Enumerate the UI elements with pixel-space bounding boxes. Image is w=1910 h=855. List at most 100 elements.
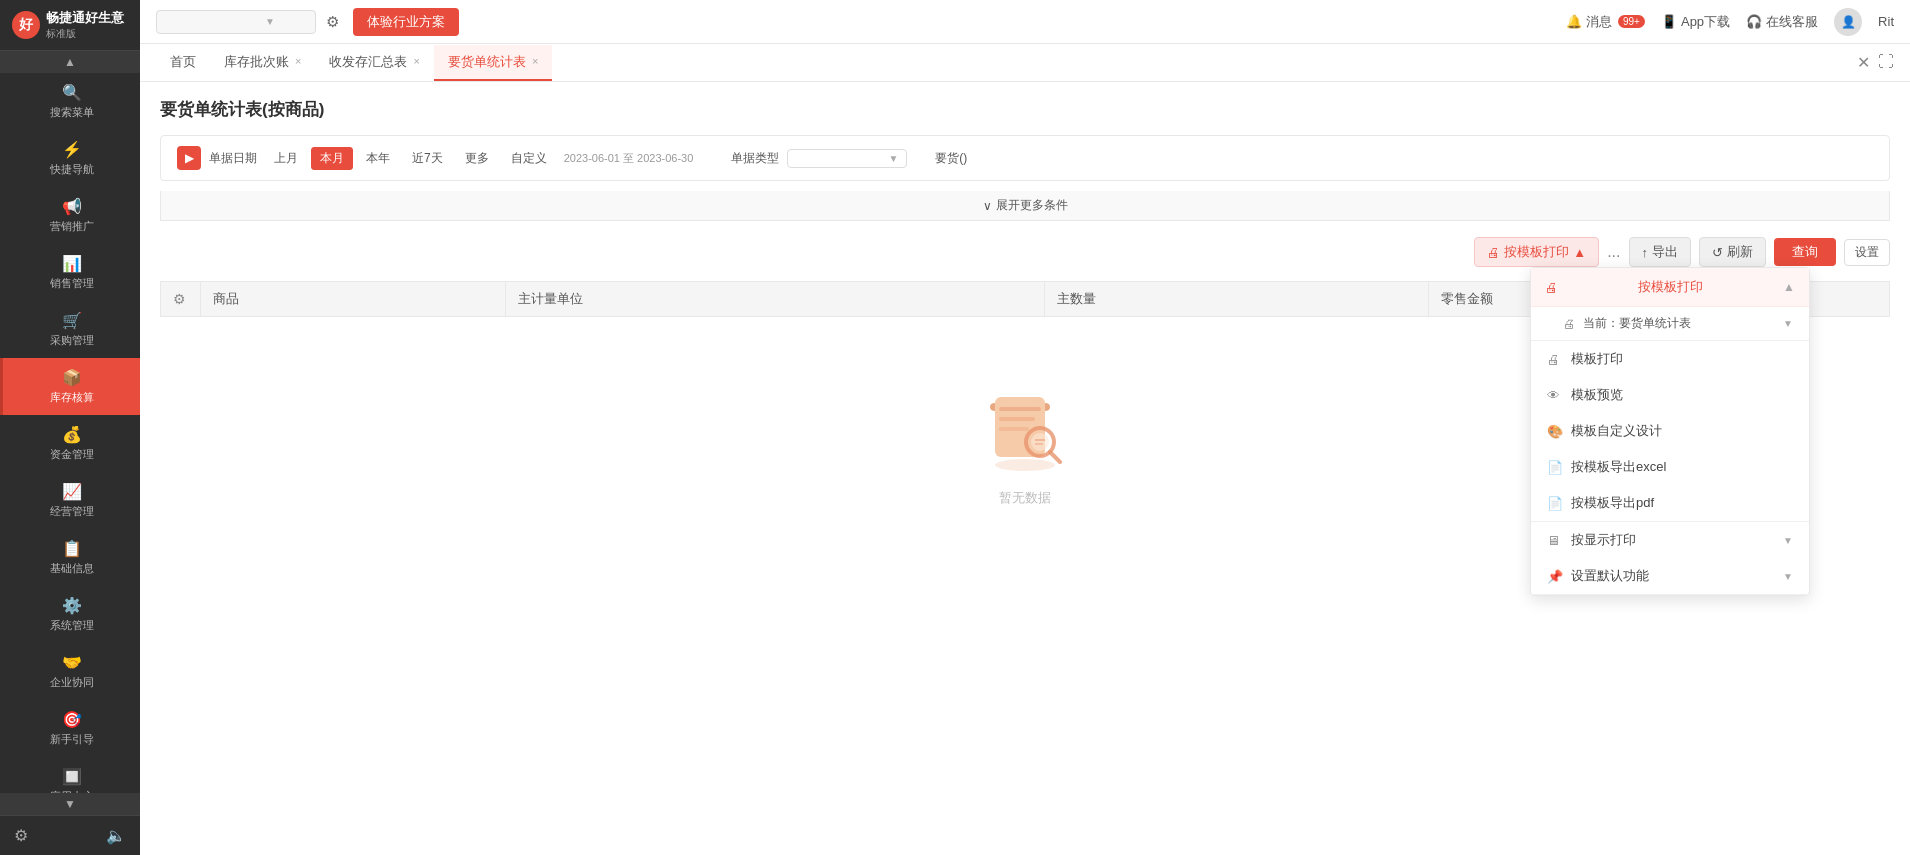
tab-home[interactable]: 首页 (156, 45, 210, 81)
tab-close-icon[interactable]: × (413, 56, 419, 67)
settings-footer-icon[interactable]: ⚙ (14, 826, 28, 845)
print-template-button[interactable]: 🖨 按模板打印 ▲ (1474, 237, 1599, 267)
dropdown-header: 🖨 按模板打印 ▲ (1531, 268, 1809, 307)
date-opt-more[interactable]: 更多 (456, 147, 498, 170)
topbar-dropdown-icon[interactable]: ▼ (265, 16, 275, 27)
refresh-button[interactable]: ↺ 刷新 (1699, 237, 1766, 267)
item-design-icon: 🎨 (1547, 424, 1563, 439)
date-opt-custom[interactable]: 自定义 (502, 147, 556, 170)
sidebar-item-sales[interactable]: 📊 销售管理 (0, 244, 140, 301)
topbar-search-box[interactable]: ▼ (156, 10, 316, 34)
messages-button[interactable]: 🔔 消息 99+ (1566, 13, 1645, 31)
date-opt-last-month[interactable]: 上月 (265, 147, 307, 170)
logo-text: 畅捷通好生意 标准版 (46, 10, 124, 40)
item-eye-icon: 👁 (1547, 388, 1563, 403)
export-button[interactable]: ↑ 导出 (1629, 237, 1692, 267)
dropdown-item-excel[interactable]: 📄 按模板导出excel (1531, 449, 1809, 485)
window-close-icon[interactable]: ✕ (1857, 53, 1870, 72)
online-service-label: 在线客服 (1766, 13, 1818, 31)
refresh-icon: ↺ (1712, 245, 1723, 260)
current-template-arrow: ▼ (1783, 318, 1793, 329)
export-icon: ↑ (1642, 245, 1649, 260)
date-options: 上月 本月 本年 近7天 更多 自定义 2023-06-01 至 2023-06… (265, 147, 693, 170)
expand-more-label: 展开更多条件 (996, 197, 1068, 214)
user-avatar[interactable]: 👤 (1834, 8, 1862, 36)
search-icon: 🔍 (62, 83, 82, 102)
tab-stock-summary[interactable]: 收发存汇总表 × (315, 45, 433, 81)
dropdown-current-template[interactable]: 🖨 当前：要货单统计表 ▼ (1531, 307, 1809, 340)
item-preview-label: 模板预览 (1571, 386, 1793, 404)
filter-expand-button[interactable]: ▶ (177, 146, 201, 170)
empty-illustration (975, 377, 1075, 477)
page-container: 要货单统计表(按商品) ▶ 单据日期 上月 本月 本年 近7天 更多 自定义 2… (140, 82, 1910, 855)
sidebar-item-appcenter[interactable]: 🔲 应用中心 (0, 757, 140, 793)
toolbar: 🖨 按模板打印 ▲ ... ↑ 导出 ↺ 刷新 查询 设置 (160, 231, 1890, 273)
finance-icon: 💰 (62, 425, 82, 444)
dropdown-items-section: 🖨 模板打印 👁 模板预览 🎨 模板自定义设计 📄 (1531, 341, 1809, 522)
tab-label: 库存批次账 (224, 53, 289, 71)
trial-button[interactable]: 体验行业方案 (353, 8, 459, 36)
query-button[interactable]: 查询 (1774, 238, 1836, 266)
dropdown-item-print[interactable]: 🖨 模板打印 (1531, 341, 1809, 377)
sidebar-scroll-down[interactable]: ▼ (0, 793, 140, 815)
edition-label: 标准版 (46, 27, 124, 40)
dropdown-item-preview[interactable]: 👁 模板预览 (1531, 377, 1809, 413)
svg-point-6 (1031, 433, 1049, 451)
expand-more-bar[interactable]: ∨ 展开更多条件 (160, 191, 1890, 221)
sidebar-item-operations[interactable]: 📈 经营管理 (0, 472, 140, 529)
sidebar-item-basic-info[interactable]: 📋 基础信息 (0, 529, 140, 586)
sidebar-item-marketing[interactable]: 📢 营销推广 (0, 187, 140, 244)
tab-close-icon[interactable]: × (532, 56, 538, 67)
sidebar-item-finance[interactable]: 💰 资金管理 (0, 415, 140, 472)
sidebar-item-inventory[interactable]: 📦 库存核算 (0, 358, 140, 415)
sidebar-item-quicknav[interactable]: ⚡ 快捷导航 (0, 130, 140, 187)
topbar: ▼ ⚙ 体验行业方案 🔔 消息 99+ 📱 App下载 🎧 在线客服 👤 Rit (140, 0, 1910, 44)
sidebar-item-collab[interactable]: 🤝 企业协同 (0, 643, 140, 700)
toolbar-more-button[interactable]: ... (1607, 243, 1620, 261)
inventory-icon: 📦 (62, 368, 82, 387)
dropdown-item-pdf[interactable]: 📄 按模板导出pdf (1531, 485, 1809, 521)
dropdown-print-icon: 🖨 (1545, 280, 1558, 295)
sound-footer-icon[interactable]: 🔈 (106, 826, 126, 845)
settings-button[interactable]: 设置 (1844, 239, 1890, 266)
sidebar-item-system[interactable]: ⚙️ 系统管理 (0, 586, 140, 643)
goods-filter-label: 要货() (935, 150, 967, 167)
table-header-settings-icon[interactable]: ⚙ (173, 291, 186, 307)
tab-label: 要货单统计表 (448, 53, 526, 71)
type-filter-label: 单据类型 (731, 150, 779, 167)
date-filter-label: 单据日期 (209, 150, 257, 167)
col-goods: 商品 (201, 282, 506, 317)
sidebar-item-purchase[interactable]: 🛒 采购管理 (0, 301, 140, 358)
user-name: Rit (1878, 14, 1894, 29)
sidebar-item-label: 库存核算 (50, 390, 94, 405)
dropdown-item-display-print[interactable]: 🖥 按显示打印 ▼ (1531, 522, 1809, 558)
tab-order-stats[interactable]: 要货单统计表 × (434, 45, 552, 81)
svg-line-7 (1050, 452, 1060, 462)
app-download-button[interactable]: 📱 App下载 (1661, 13, 1730, 31)
sidebar-nav: 🔍 搜索菜单 ⚡ 快捷导航 📢 营销推广 📊 销售管理 🛒 采购管理 📦 库存核… (0, 73, 140, 793)
date-opt-this-year[interactable]: 本年 (357, 147, 399, 170)
svg-rect-3 (999, 417, 1035, 421)
online-service-button[interactable]: 🎧 在线客服 (1746, 13, 1818, 31)
sidebar-item-search[interactable]: 🔍 搜索菜单 (0, 73, 140, 130)
date-opt-this-month[interactable]: 本月 (311, 147, 353, 170)
sidebar-footer: ⚙ 🔈 (0, 815, 140, 855)
item-printer-icon: 🖨 (1547, 352, 1563, 367)
dropdown-item-design[interactable]: 🎨 模板自定义设计 (1531, 413, 1809, 449)
topbar-search-input[interactable] (165, 15, 265, 29)
type-filter-select[interactable]: ▼ (787, 149, 907, 168)
date-opt-7days[interactable]: 近7天 (403, 147, 452, 170)
purchase-icon: 🛒 (62, 311, 82, 330)
sidebar-scroll-up[interactable]: ▲ (0, 51, 140, 73)
sidebar-item-newbie[interactable]: 🎯 新手引导 (0, 700, 140, 757)
sidebar-item-label: 营销推广 (50, 219, 94, 234)
appcenter-icon: 🔲 (62, 767, 82, 786)
window-maximize-icon[interactable]: ⛶ (1878, 53, 1894, 72)
item-print-label: 模板打印 (1571, 350, 1793, 368)
dropdown-item-default-func[interactable]: 📌 设置默认功能 ▼ (1531, 558, 1809, 594)
tab-inventory-batch[interactable]: 库存批次账 × (210, 45, 315, 81)
tab-close-icon[interactable]: × (295, 56, 301, 67)
mobile-icon: 📱 (1661, 14, 1677, 29)
dropdown-close-icon[interactable]: ▲ (1783, 280, 1795, 294)
topbar-gear-icon[interactable]: ⚙ (326, 13, 339, 31)
